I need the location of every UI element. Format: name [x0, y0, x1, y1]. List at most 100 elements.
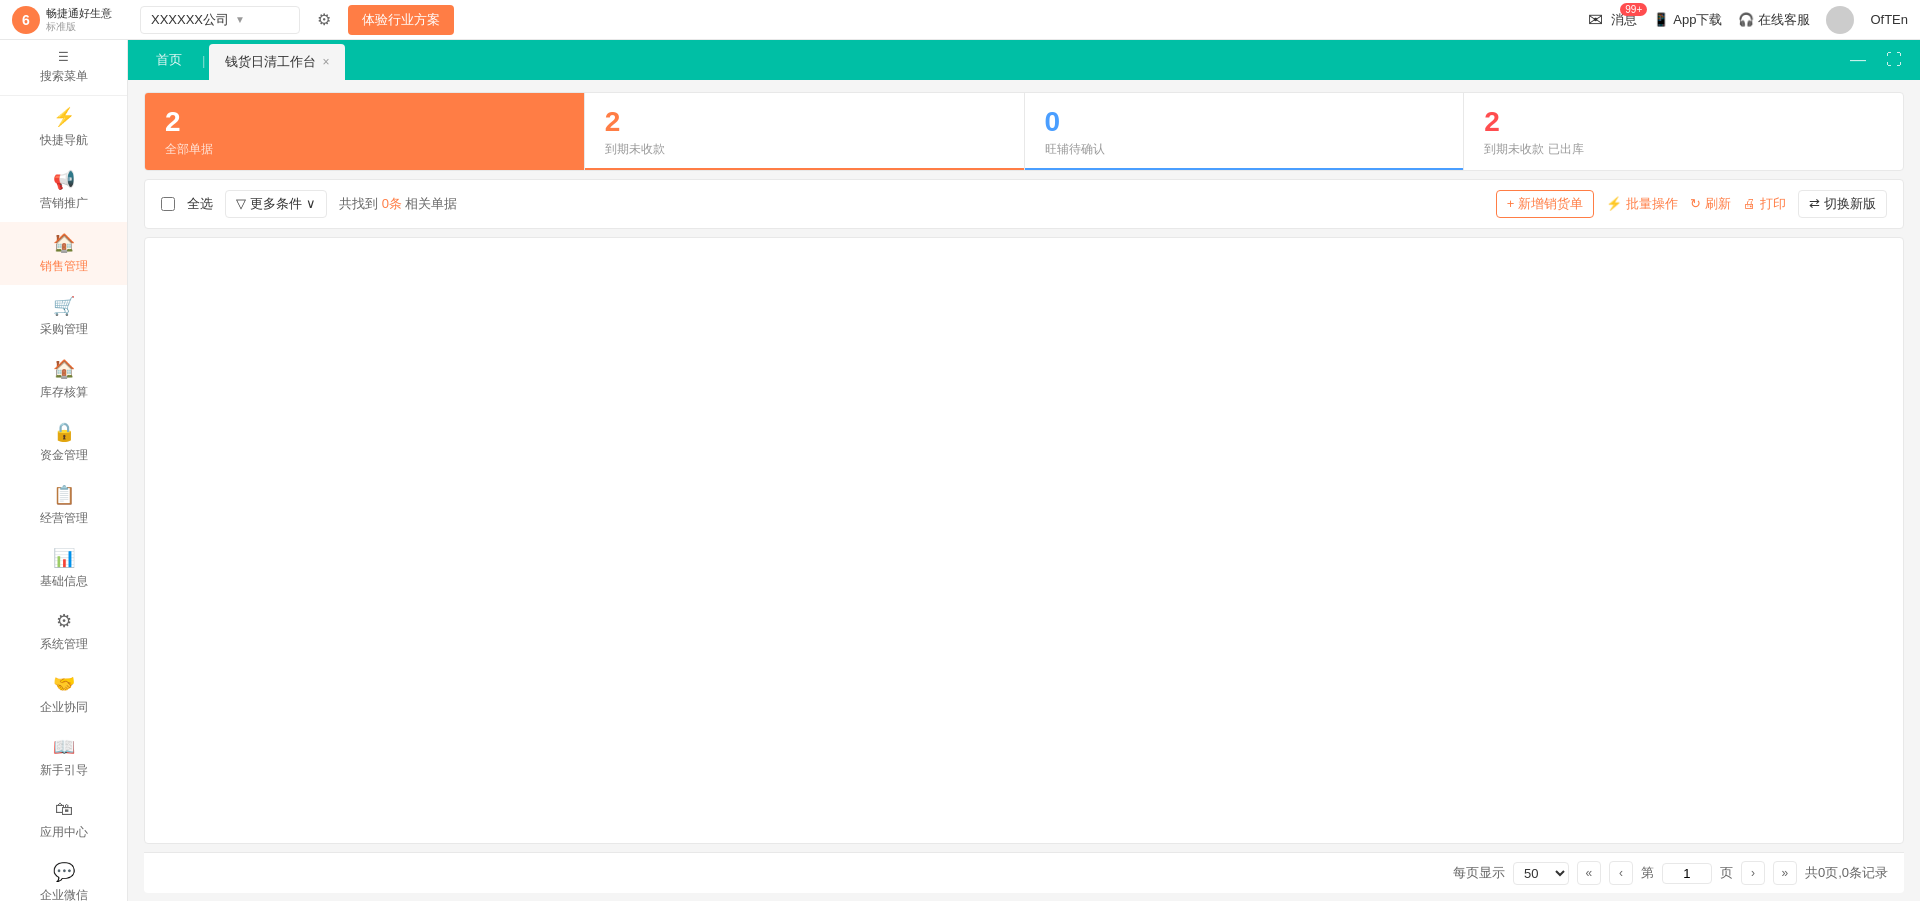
- stat-number-pending: 0: [1045, 105, 1444, 139]
- stat-card-pending[interactable]: 0 旺辅待确认: [1025, 93, 1465, 170]
- app-download-label: App下载: [1673, 11, 1722, 29]
- tab-close-icon[interactable]: ×: [322, 55, 329, 69]
- first-page-button[interactable]: «: [1577, 861, 1601, 885]
- per-page-label: 每页显示: [1453, 864, 1505, 882]
- filter-icon: ▽: [236, 196, 246, 211]
- sidebar-item-operations[interactable]: 📋 经营管理: [0, 474, 127, 537]
- per-page-select[interactable]: 50 100 200: [1513, 862, 1569, 885]
- avatar[interactable]: [1826, 6, 1854, 34]
- sidebar-item-label: 营销推广: [40, 195, 88, 212]
- sidebar-item-basic-info[interactable]: 📊 基础信息: [0, 537, 127, 600]
- refresh-label: 刷新: [1705, 195, 1731, 213]
- sidebar-item-label: 搜索菜单: [40, 68, 88, 85]
- sidebar-item-finance[interactable]: 🔒 资金管理: [0, 411, 127, 474]
- select-all-label: 全选: [187, 195, 213, 213]
- toolbar-right: + 新增销货单 ⚡ 批量操作 ↻ 刷新 🖨 打印 ⇄: [1496, 190, 1887, 218]
- company-name: XXXXXX公司: [151, 11, 229, 29]
- refresh-icon: ↻: [1690, 196, 1701, 211]
- stat-card-overdue-out[interactable]: 2 到期未收款 已出库: [1464, 93, 1903, 170]
- sidebar-item-label: 采购管理: [40, 321, 88, 338]
- stats-row: 2 全部单据 2 到期未收款 0 旺辅待确认 2 到期未收款 已出库: [144, 92, 1904, 171]
- found-text: 共找到 0条 相关单据: [339, 195, 457, 213]
- sidebar-item-guide[interactable]: 📖 新手引导: [0, 726, 127, 789]
- batch-operation-button[interactable]: ⚡ 批量操作: [1606, 195, 1678, 213]
- stat-number-overdue-out: 2: [1484, 105, 1883, 139]
- message-button[interactable]: ✉ 99+ 消息: [1588, 9, 1637, 31]
- tab-work-bench[interactable]: 钱货日清工作台 ×: [209, 44, 345, 80]
- online-service-label: 在线客服: [1758, 11, 1810, 29]
- wechat-icon: 💬: [53, 861, 75, 883]
- next-page-button[interactable]: ›: [1741, 861, 1765, 885]
- sidebar-item-purchase[interactable]: 🛒 采购管理: [0, 285, 127, 348]
- tab-workbench-label: 钱货日清工作台: [225, 53, 316, 71]
- filter-label: 更多条件: [250, 195, 302, 213]
- prev-page-button[interactable]: ‹: [1609, 861, 1633, 885]
- tab-right-actions: — ⛶: [1844, 46, 1908, 74]
- batch-icon: ⚡: [1606, 196, 1622, 211]
- sidebar-item-label: 企业微信: [40, 887, 88, 901]
- stat-label-pending: 旺辅待确认: [1045, 141, 1444, 158]
- page-number-input[interactable]: [1662, 863, 1712, 884]
- sidebar-item-quick-nav[interactable]: ⚡ 快捷导航: [0, 96, 127, 159]
- message-badge: 99+: [1620, 3, 1647, 16]
- tab-home[interactable]: 首页: [140, 40, 198, 80]
- sidebar-item-inventory[interactable]: 🏠 库存核算: [0, 348, 127, 411]
- sidebar-item-label: 经营管理: [40, 510, 88, 527]
- download-icon: 📱: [1653, 12, 1669, 27]
- sidebar: ☰ 搜索菜单 ⚡ 快捷导航 📢 营销推广 🏠 销售管理 🛒 采购管理 🏠 库存核…: [0, 40, 128, 901]
- sidebar-item-label: 资金管理: [40, 447, 88, 464]
- sidebar-item-label: 新手引导: [40, 762, 88, 779]
- experience-button[interactable]: 体验行业方案: [348, 5, 454, 35]
- logo-area: 6 畅捷通好生意 标准版: [12, 6, 140, 34]
- sidebar-item-system[interactable]: ⚙ 系统管理: [0, 600, 127, 663]
- sidebar-item-wechat[interactable]: 💬 企业微信: [0, 851, 127, 901]
- tab-bar: 首页 | 钱货日清工作台 × — ⛶: [128, 40, 1920, 80]
- tab-home-label: 首页: [156, 51, 182, 69]
- quick-nav-icon: ⚡: [53, 106, 75, 128]
- logo-text: 畅捷通好生意 标准版: [46, 6, 112, 33]
- print-icon: 🖨: [1743, 196, 1756, 211]
- filter-button[interactable]: ▽ 更多条件 ∨: [225, 190, 327, 218]
- stat-label-all: 全部单据: [165, 141, 564, 158]
- stat-label-overdue: 到期未收款: [605, 141, 1004, 158]
- sales-icon: 🏠: [53, 232, 75, 254]
- sidebar-item-marketing[interactable]: 📢 营销推广: [0, 159, 127, 222]
- switch-icon: ⇄: [1809, 196, 1820, 211]
- service-icon: 🎧: [1738, 12, 1754, 27]
- batch-label: 批量操作: [1626, 195, 1678, 213]
- minimize-button[interactable]: —: [1844, 46, 1872, 74]
- last-page-button[interactable]: »: [1773, 861, 1797, 885]
- settings-button[interactable]: ⚙: [308, 4, 340, 36]
- chevron-down-icon: ▼: [235, 14, 245, 25]
- maximize-button[interactable]: ⛶: [1880, 46, 1908, 74]
- sidebar-item-label: 基础信息: [40, 573, 88, 590]
- sidebar-item-label: 应用中心: [40, 824, 88, 841]
- new-sales-order-button[interactable]: + 新增销货单: [1496, 190, 1594, 218]
- sidebar-item-search-menu[interactable]: ☰ 搜索菜单: [0, 40, 127, 96]
- purchase-icon: 🛒: [53, 295, 75, 317]
- basic-info-icon: 📊: [53, 547, 75, 569]
- print-button[interactable]: 🖨 打印: [1743, 195, 1786, 213]
- sidebar-item-label: 销售管理: [40, 258, 88, 275]
- sidebar-item-app-center[interactable]: 🛍 应用中心: [0, 789, 127, 851]
- table-area: [144, 237, 1904, 844]
- select-all-checkbox[interactable]: [161, 197, 175, 211]
- logo-icon: 6: [12, 6, 40, 34]
- sidebar-item-enterprise[interactable]: 🤝 企业协同: [0, 663, 127, 726]
- search-menu-icon: ☰: [58, 50, 69, 64]
- message-icon: ✉: [1588, 9, 1603, 31]
- enterprise-icon: 🤝: [53, 673, 75, 695]
- sidebar-item-sales[interactable]: 🏠 销售管理: [0, 222, 127, 285]
- user-name: OfTEn: [1870, 12, 1908, 27]
- online-service-button[interactable]: 🎧 在线客服: [1738, 11, 1810, 29]
- switch-version-button[interactable]: ⇄ 切换新版: [1798, 190, 1887, 218]
- sidebar-item-label: 系统管理: [40, 636, 88, 653]
- app-download-button[interactable]: 📱 App下载: [1653, 11, 1722, 29]
- marketing-icon: 📢: [53, 169, 75, 191]
- stat-card-all[interactable]: 2 全部单据: [145, 93, 585, 170]
- app-center-icon: 🛍: [55, 799, 73, 820]
- company-selector[interactable]: XXXXXX公司 ▼: [140, 6, 300, 34]
- found-count: 0条: [382, 196, 402, 211]
- stat-card-overdue[interactable]: 2 到期未收款: [585, 93, 1025, 170]
- refresh-button[interactable]: ↻ 刷新: [1690, 195, 1731, 213]
